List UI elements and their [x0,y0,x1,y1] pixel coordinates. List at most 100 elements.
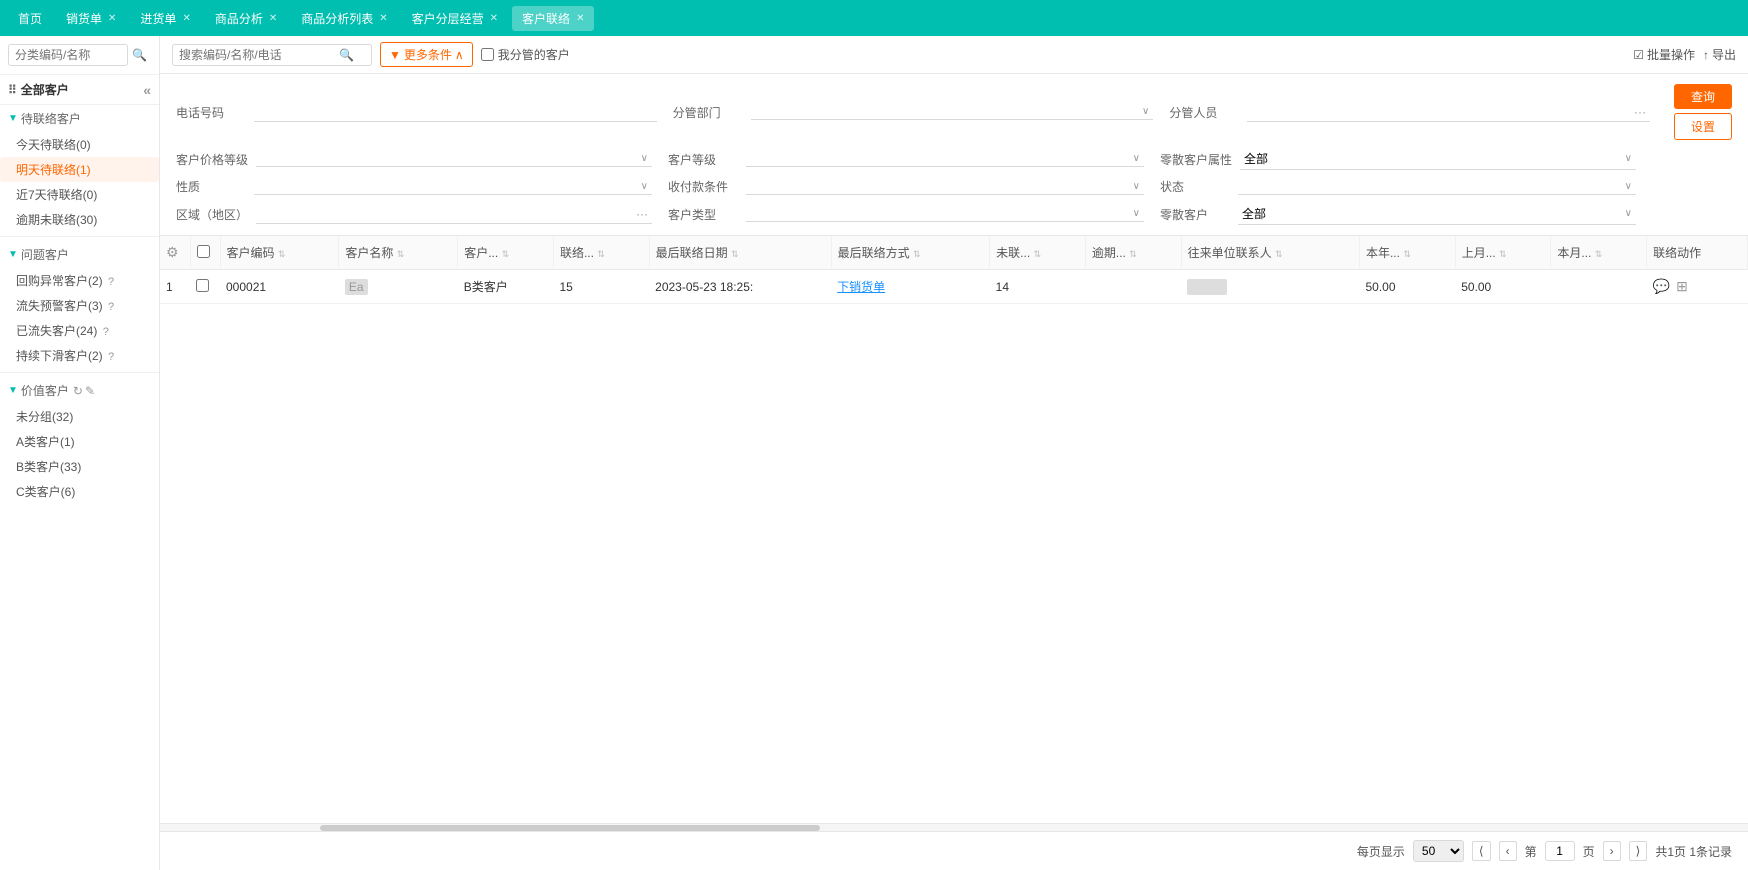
edit-icon[interactable]: ✎ [85,384,95,398]
comment-icon[interactable]: 💬 [1653,278,1670,295]
sidebar-group-value[interactable]: ▼ 价值客户 ↻ ✎ [0,377,159,404]
sidebar-item-c-class[interactable]: C类客户(6) [0,479,159,504]
table-header-row: ⚙ 客户编码 ⇅ 客户名称 ⇅ 客户... ⇅ 联络... ⇅ 最后联络日期 ⇅… [160,236,1748,270]
filter-cell-status: 状态 ∨ [1160,178,1652,195]
sidebar-search-input[interactable] [8,44,128,66]
th-type[interactable]: 客户... ⇅ [458,236,554,270]
row-checkbox[interactable] [196,279,209,292]
payment-select[interactable]: ∨ [746,179,1144,195]
next-page-btn[interactable]: › [1603,841,1621,861]
th-name[interactable]: 客户名称 ⇅ [339,236,458,270]
cell-last-contact-date: 2023-05-23 18:25: [649,270,831,304]
batch-btn[interactable]: ☑ 批量操作 [1633,46,1695,63]
th-last-contact-method[interactable]: 最后联络方式 ⇅ [831,236,990,270]
th-no-contact[interactable]: 未联... ⇅ [990,236,1086,270]
sort-icon: ⇅ [278,249,286,259]
prev-page-btn[interactable]: ‹ [1499,841,1517,861]
close-icon[interactable]: ✕ [379,13,387,24]
nav-customer-layering[interactable]: 客户分层经营 ✕ [402,6,508,31]
scrollbar-thumb[interactable] [320,825,820,831]
my-customers-input[interactable] [481,48,494,61]
th-this-year[interactable]: 本年... ⇅ [1359,236,1455,270]
region-select[interactable]: ··· [256,205,652,224]
dept-select[interactable]: ∨ [751,104,1154,120]
last-page-btn[interactable]: ⟩ [1629,841,1648,861]
nav-product-analysis-list[interactable]: 商品分析列表 ✕ [291,6,397,31]
page-suffix: 页 [1583,843,1595,860]
sidebar-group-pending[interactable]: ▼ 待联络客户 [0,105,159,132]
th-overdue[interactable]: 逾期... ⇅ [1085,236,1181,270]
refresh-icon[interactable]: ↻ [73,384,83,398]
nav-home[interactable]: 首页 [8,6,52,31]
th-contact-person[interactable]: 往来单位联系人 ⇅ [1181,236,1359,270]
status-select[interactable]: ∨ [1238,179,1636,195]
cell-last-contact-method[interactable]: 下销货单 [831,270,990,304]
collapse-icon[interactable]: « [143,82,151,98]
per-page-label: 每页显示 [1357,843,1405,860]
page-input[interactable] [1545,841,1575,861]
chevron-up-icon: ∧ [455,48,464,62]
retail-attr-select[interactable]: 全部 ∨ [1240,148,1636,170]
sidebar-item-tomorrow[interactable]: 明天待联络(1) [0,157,159,182]
chevron-down-icon: ∨ [1142,106,1149,117]
sidebar-item-b-class[interactable]: B类客户(33) [0,454,159,479]
sidebar-item-ungrouped[interactable]: 未分组(32) [0,404,159,429]
close-icon[interactable]: ✕ [108,13,116,24]
sidebar-item-a-class[interactable]: A类客户(1) [0,429,159,454]
price-level-select[interactable]: ∨ [256,151,652,167]
sidebar-search-icon[interactable]: 🔍 [132,48,147,62]
close-icon[interactable]: ✕ [490,13,498,24]
th-code[interactable]: 客户编码 ⇅ [220,236,339,270]
export-btn[interactable]: ↑ 导出 [1703,46,1736,63]
filter-row-2: 客户价格等级 ∨ 客户等级 ∨ 零散客户属性 全部 [176,148,1732,170]
cell-action: 💬 ⊞ [1647,270,1748,304]
phone-input[interactable] [254,103,657,122]
th-this-month[interactable]: 本月... ⇅ [1551,236,1647,270]
th-last-month[interactable]: 上月... ⇅ [1455,236,1551,270]
close-icon[interactable]: ✕ [182,13,190,24]
settings-icon[interactable]: ⚙ [166,244,179,260]
top-nav: 首页 销货单 ✕ 进货单 ✕ 商品分析 ✕ 商品分析列表 ✕ 客户分层经营 ✕ … [0,0,1748,36]
th-settings[interactable]: ⚙ [160,236,190,270]
sidebar-item-declining[interactable]: 持续下滑客户(2) ? [0,343,159,368]
sidebar-item-7days[interactable]: 近7天待联络(0) [0,182,159,207]
first-page-btn[interactable]: ⟨ [1472,841,1491,861]
sidebar-item-churn-warning[interactable]: 流失预警客户(3) ? [0,293,159,318]
per-page-select[interactable]: 50 100 [1413,840,1464,862]
search-input[interactable] [179,48,339,62]
contact-method-link[interactable]: 下销货单 [837,280,885,294]
customer-type-select[interactable]: ∨ [746,206,1144,222]
horizontal-scrollbar[interactable] [160,823,1748,831]
retail-customer-select[interactable]: 全部 ∨ [1238,203,1636,225]
my-customers-checkbox[interactable]: 我分管的客户 [481,46,570,63]
cell-checkbox[interactable] [190,270,220,304]
sidebar-item-repurchase[interactable]: 回购异常客户(2) ? [0,268,159,293]
close-icon[interactable]: ✕ [269,13,277,24]
nav-purchase-order[interactable]: 进货单 ✕ [130,6,200,31]
th-checkbox[interactable] [190,236,220,270]
grid-icon[interactable]: ⊞ [1676,278,1688,295]
select-all-checkbox[interactable] [197,245,210,258]
person-select[interactable]: ··· [1247,103,1650,122]
nav-sales-order[interactable]: 销货单 ✕ [56,6,126,31]
close-icon[interactable]: ✕ [576,13,584,24]
th-last-contact-date[interactable]: 最后联络日期 ⇅ [649,236,831,270]
nav-customer-contact[interactable]: 客户联络 ✕ [512,6,594,31]
filter-cell-retail-attr: 零散客户属性 全部 ∨ [1160,148,1652,170]
toolbar: 🔍 ▼ 更多条件 ∧ 我分管的客户 ☑ 批量操作 ↑ 导出 [160,36,1748,74]
chevron-down-icon: ∨ [1625,181,1632,192]
reset-button[interactable]: 设置 [1674,113,1732,140]
nav-product-analysis[interactable]: 商品分析 ✕ [205,6,287,31]
query-button[interactable]: 查询 [1674,84,1732,109]
th-contacts[interactable]: 联络... ⇅ [553,236,649,270]
nature-select[interactable]: ∨ [254,179,652,195]
filter-btn[interactable]: ▼ 更多条件 ∧ [380,42,473,67]
filter-cell-retail-customer: 零散客户 全部 ∨ [1160,203,1652,225]
sidebar-item-today[interactable]: 今天待联络(0) [0,132,159,157]
sidebar-item-overdue[interactable]: 逾期未联络(30) [0,207,159,232]
search-icon[interactable]: 🔍 [339,48,354,62]
sidebar-item-churned[interactable]: 已流失客户(24) ? [0,318,159,343]
sidebar-item-all[interactable]: ⠿ 全部客户 « [0,75,159,105]
sidebar-group-problem[interactable]: ▼ 问题客户 [0,241,159,268]
customer-level-select[interactable]: ∨ [746,151,1144,167]
